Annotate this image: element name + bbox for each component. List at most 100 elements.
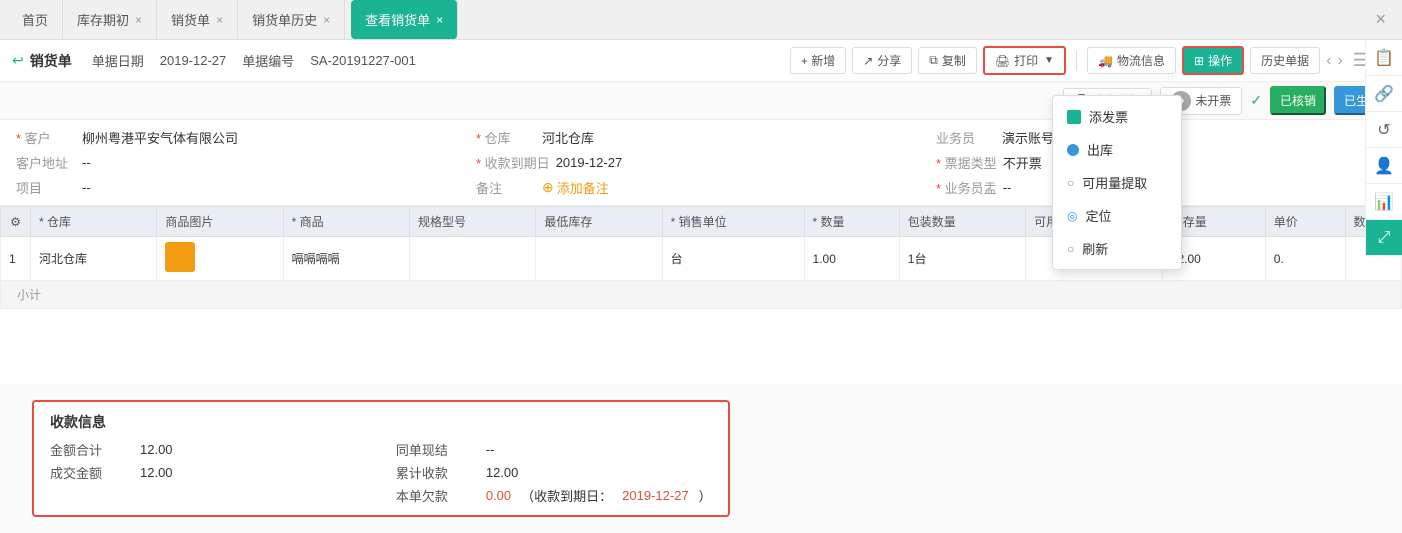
staff2-label: * 业务员盂 — [936, 178, 997, 197]
tab-home[interactable]: 首页 — [8, 0, 63, 39]
amount-total-value: 12.00 — [140, 442, 173, 457]
col-warehouse: * 仓库 — [31, 207, 157, 237]
window-close-button[interactable]: × — [1367, 9, 1394, 30]
cell-min-stock — [536, 237, 662, 281]
dropdown-add-invoice[interactable]: 添发票 — [1053, 100, 1181, 133]
form-area: * 客户 柳州粤港平安气体有限公司 * 仓库 河北仓库 业务员 演示账号 客户地… — [0, 120, 1402, 206]
nav-prev[interactable]: ‹ — [1326, 52, 1331, 70]
col-unit: * 销售单位 — [662, 207, 804, 237]
right-icon-panel: 📋 🔗 ↺ 👤 📊 ⤢ — [1365, 40, 1402, 256]
main-content: ↩ 销货单 单据日期 2019-12-27 单据编号 SA-20191227-0… — [0, 40, 1402, 533]
customer-value: 柳州粤港平安气体有限公司 — [82, 128, 238, 147]
cumulative-label: 累计收款 — [396, 463, 476, 482]
arrears-note: （收款到期日： — [521, 486, 612, 505]
note-label: 备注 — [476, 178, 536, 197]
warehouse-label: * 仓库 — [476, 128, 536, 147]
tab-sales-order[interactable]: 销货单 × — [157, 0, 238, 39]
share-button[interactable]: ↗ 分享 — [852, 47, 912, 74]
verified-button[interactable]: 已核销 — [1270, 86, 1326, 115]
tab-view-sales[interactable]: 查看销货单 × — [351, 0, 458, 39]
right-icon-1[interactable]: 📋 — [1366, 40, 1402, 76]
note-field: 备注 ⊕ 添加备注 — [476, 178, 926, 197]
staff-label: 业务员 — [936, 128, 996, 147]
tab-close-view[interactable]: × — [436, 13, 443, 27]
history-button[interactable]: 历史单据 — [1250, 47, 1320, 74]
date-label: 单据日期 — [92, 51, 144, 70]
col-spec: 规格型号 — [409, 207, 535, 237]
arrears-date: 2019-12-27 — [622, 488, 689, 503]
transaction-row: 成交金额 12.00 — [50, 463, 366, 482]
tab-close-sales[interactable]: × — [216, 13, 223, 27]
table-row: 1 河北仓库 嗝嗝嗝嗝 台 1.00 1台 12.00 0. — [1, 237, 1402, 281]
col-pack: 包装数量 — [899, 207, 1025, 237]
ticket-label: * 票据类型 — [936, 153, 997, 172]
arrears-value: 0.00 — [486, 488, 511, 503]
project-value: -- — [82, 180, 91, 195]
right-icon-expand[interactable]: ⤢ — [1366, 220, 1402, 256]
payment-grid: 金额合计 12.00 同单现结 -- 成交金额 12.00 累计收款 12.00 — [50, 440, 712, 505]
tab-close-history[interactable]: × — [323, 13, 330, 27]
right-icon-2[interactable]: 🔗 — [1366, 76, 1402, 112]
cell-product: 嗝嗝嗝嗝 — [283, 237, 409, 281]
payment-title: 收款信息 — [50, 412, 712, 432]
right-icon-5[interactable]: 📊 — [1366, 184, 1402, 220]
col-img: 商品图片 — [157, 207, 283, 237]
dropdown-refresh[interactable]: ○ 刷新 — [1053, 232, 1181, 265]
address-value: -- — [82, 155, 91, 170]
cell-price: 0. — [1265, 237, 1345, 281]
cell-unit: 台 — [662, 237, 804, 281]
arrears-label: 本单欠款 — [396, 486, 476, 505]
logistics-button[interactable]: 🚚 物流信息 — [1087, 47, 1176, 74]
col-price: 单价 — [1265, 207, 1345, 237]
product-table: ⚙ * 仓库 商品图片 * 商品 规格型号 最低库存 * 销售单位 * 数量 包… — [0, 206, 1402, 309]
col-qty: * 数量 — [804, 207, 899, 237]
subtotal-label: 小计 — [1, 281, 1402, 309]
due-date-value: 2019-12-27 — [556, 155, 623, 170]
transaction-value: 12.00 — [140, 465, 173, 480]
cell-qty: 1.00 — [804, 237, 899, 281]
customer-field: * 客户 柳州粤港平安气体有限公司 — [16, 128, 466, 147]
tab-close-inventory[interactable]: × — [135, 13, 142, 27]
right-icon-3[interactable]: ↺ — [1366, 112, 1402, 148]
tab-inventory-init[interactable]: 库存期初 × — [63, 0, 157, 39]
cell-warehouse: 河北仓库 — [31, 237, 157, 281]
dropdown-available-pick[interactable]: ○ 可用量提取 — [1053, 166, 1181, 199]
add-note-button[interactable]: ⊕ 添加备注 — [542, 178, 609, 197]
staff2-value: -- — [1003, 180, 1012, 195]
verify-icon: ✓ — [1250, 92, 1262, 109]
print-button[interactable]: 🖨 打印 ▼ — [983, 46, 1066, 75]
col-min-stock: 最低库存 — [536, 207, 662, 237]
cell-img — [157, 237, 283, 281]
tab-sales-history[interactable]: 销货单历史 × — [238, 0, 345, 39]
number-label: 单据编号 — [242, 51, 294, 70]
out-warehouse-icon — [1067, 144, 1079, 156]
due-date-field: * 收款到期日 2019-12-27 — [476, 153, 926, 172]
tab-bar: 首页 库存期初 × 销货单 × 销货单历史 × 查看销货单 × × — [0, 0, 1402, 40]
dropdown-locate[interactable]: ◎ 定位 — [1053, 199, 1181, 232]
col-gear: ⚙ — [1, 207, 31, 237]
warehouse-value: 河北仓库 — [542, 128, 594, 147]
date-value: 2019-12-27 — [160, 53, 227, 68]
customer-label: * 客户 — [16, 128, 76, 147]
number-value: SA-20191227-001 — [310, 53, 416, 68]
operation-button[interactable]: ⊞ 操作 — [1182, 46, 1244, 75]
col-product: * 商品 — [283, 207, 409, 237]
staff-value: 演示账号 — [1002, 128, 1054, 147]
transaction-label: 成交金额 — [50, 463, 130, 482]
cumulative-row: 累计收款 12.00 — [396, 463, 712, 482]
project-label: 项目 — [16, 178, 76, 197]
right-icon-4[interactable]: 👤 — [1366, 148, 1402, 184]
sub-toolbar: 📱 来自手机 ● 未开票 ✓ 已核销 已生效 — [0, 82, 1402, 120]
same-settle-label: 同单现结 — [396, 440, 476, 459]
table-header-row: ⚙ * 仓库 商品图片 * 商品 规格型号 最低库存 * 销售单位 * 数量 包… — [1, 207, 1402, 237]
dropdown-out-warehouse[interactable]: 出库 — [1053, 133, 1181, 166]
add-button[interactable]: + 新增 — [790, 47, 846, 74]
copy-button[interactable]: ⧉ 复制 — [918, 47, 977, 74]
same-settle-row: 同单现结 -- — [396, 440, 712, 459]
due-date-label: * 收款到期日 — [476, 153, 550, 172]
divider — [1076, 51, 1077, 71]
toolbar-actions: + 新增 ↗ 分享 ⧉ 复制 🖨 打印 ▼ 🚚 物流信 — [790, 46, 1390, 75]
operation-dropdown: 添发票 出库 ○ 可用量提取 ◎ 定位 ○ 刷新 — [1052, 95, 1182, 270]
nav-next[interactable]: › — [1337, 52, 1342, 70]
amount-total-row: 金额合计 12.00 — [50, 440, 366, 459]
